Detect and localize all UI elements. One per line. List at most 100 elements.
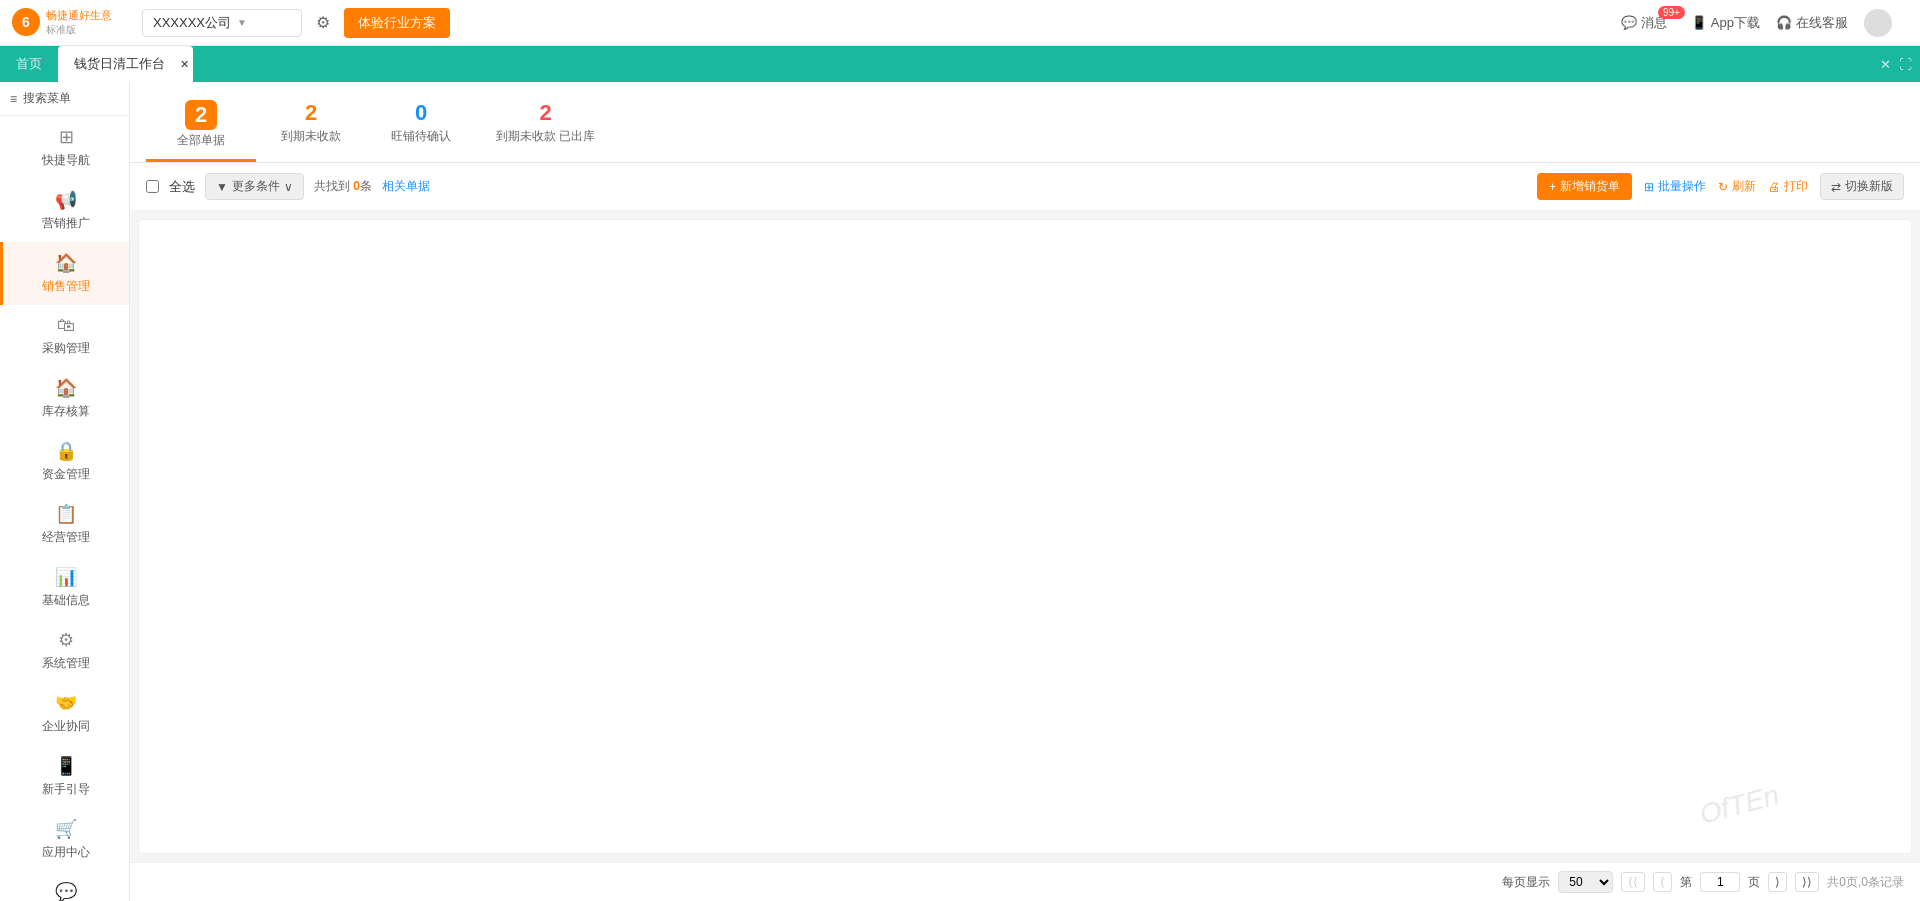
inventory-icon: 🏠 xyxy=(55,377,77,399)
tab-home-label: 首页 xyxy=(16,55,42,73)
page-prefix: 第 xyxy=(1680,874,1692,891)
restore-icon[interactable]: ✕ xyxy=(1880,57,1891,72)
base-info-icon: 📊 xyxy=(55,566,77,588)
per-page-label: 每页显示 xyxy=(1502,874,1550,891)
app-download-label: App下载 xyxy=(1711,14,1760,32)
select-all-label: 全选 xyxy=(169,178,195,196)
company-name: XXXXXX公司 xyxy=(153,14,231,32)
sidebar-item-system[interactable]: ⚙ 系统管理 xyxy=(0,619,129,682)
stat-label-overdue: 到期未收款 xyxy=(281,128,341,145)
batch-operation-button[interactable]: ⊞ 批量操作 xyxy=(1644,178,1706,195)
logo-area: 6 畅捷通好生意 标准版 xyxy=(12,8,142,36)
avatar[interactable] xyxy=(1864,9,1892,37)
stat-tab-pending[interactable]: 0 旺铺待确认 xyxy=(366,92,476,162)
print-label: 打印 xyxy=(1784,178,1808,195)
wechat-icon: 💬 xyxy=(55,881,77,901)
sidebar-item-cooperation[interactable]: 🤝 企业协同 xyxy=(0,682,129,745)
sidebar-label-inventory: 库存核算 xyxy=(42,403,90,420)
refresh-button[interactable]: ↻ 刷新 xyxy=(1718,178,1756,195)
prev-page-button[interactable]: ⟨ xyxy=(1653,872,1672,892)
sidebar-label-finance: 资金管理 xyxy=(42,466,90,483)
sidebar-item-marketing[interactable]: 📢 营销推广 xyxy=(0,179,129,242)
app-download-button[interactable]: 📱 App下载 xyxy=(1691,14,1760,32)
search-menu[interactable]: ≡ 搜索菜单 xyxy=(0,82,129,116)
sidebar-item-inventory[interactable]: 🏠 库存核算 xyxy=(0,367,129,430)
content-area: 2 全部单据 2 到期未收款 0 旺铺待确认 2 到期未收款 已出库 全选 xyxy=(130,82,1920,901)
top-header: 6 畅捷通好生意 标准版 XXXXXX公司 ▼ ⚙ 体验行业方案 💬 消息 99… xyxy=(0,0,1920,46)
pagination: 每页显示 50 100 200 ⟨⟨ ⟨ 第 页 ⟩ ⟩⟩ 共0页,0条记录 xyxy=(130,862,1920,901)
sidebar-item-app-center[interactable]: 🛒 应用中心 xyxy=(0,808,129,871)
add-label: 新增销货单 xyxy=(1560,178,1620,195)
page-suffix: 页 xyxy=(1748,874,1760,891)
logo-icon: 6 xyxy=(12,8,40,36)
online-service-button[interactable]: 🎧 在线客服 xyxy=(1776,14,1848,32)
chevron-down-icon: ▼ xyxy=(237,17,247,28)
stat-label-pending: 旺铺待确认 xyxy=(391,128,451,145)
tab-home[interactable]: 首页 xyxy=(0,46,58,82)
toolbar-right: + 新增销货单 ⊞ 批量操作 ↻ 刷新 🖨 打印 ⇄ 切换新版 xyxy=(1537,173,1904,200)
header-right: 💬 消息 99+ 📱 App下载 🎧 在线客服 xyxy=(1621,9,1908,37)
add-sales-order-button[interactable]: + 新增销货单 xyxy=(1537,173,1632,200)
online-service-label: 在线客服 xyxy=(1796,14,1848,32)
download-icon: 📱 xyxy=(1691,15,1707,30)
sidebar-label-purchase: 采购管理 xyxy=(42,340,90,357)
sidebar-item-base-info[interactable]: 📊 基础信息 xyxy=(0,556,129,619)
last-page-button[interactable]: ⟩⟩ xyxy=(1795,872,1819,892)
notification-button[interactable]: 💬 消息 99+ xyxy=(1621,14,1675,32)
filter-button[interactable]: ▼ 更多条件 ∨ xyxy=(205,173,304,200)
stat-label-all: 全部单据 xyxy=(177,132,225,149)
stats-tabs: 2 全部单据 2 到期未收款 0 旺铺待确认 2 到期未收款 已出库 xyxy=(130,82,1920,163)
stat-number-outstock: 2 xyxy=(540,100,552,126)
switch-version-button[interactable]: ⇄ 切换新版 xyxy=(1820,173,1904,200)
switch-icon: ⇄ xyxy=(1831,180,1841,194)
sidebar-item-sales[interactable]: 🏠 销售管理 xyxy=(0,242,129,305)
cooperation-icon: 🤝 xyxy=(55,692,77,714)
nav-tabs-controls: ✕ ⛶ xyxy=(1880,57,1920,72)
sidebar-label-operations: 经营管理 xyxy=(42,529,90,546)
company-selector[interactable]: XXXXXX公司 ▼ xyxy=(142,9,302,37)
plus-icon: + xyxy=(1549,180,1556,194)
sidebar-item-wechat[interactable]: 💬 企业微信 xyxy=(0,871,129,901)
stat-tab-all[interactable]: 2 全部单据 xyxy=(146,92,256,162)
toolbar: 全选 ▼ 更多条件 ∨ 共找到 0条 相关单据 + 新增销货单 ⊞ 批 xyxy=(130,163,1920,211)
bell-icon: 💬 xyxy=(1621,15,1637,30)
main-layout: ≡ 搜索菜单 ⊞ 快捷导航 📢 营销推广 🏠 销售管理 🛍 采购管理 🏠 库存核… xyxy=(0,82,1920,901)
sidebar-item-finance[interactable]: 🔒 资金管理 xyxy=(0,430,129,493)
filter-icon: ▼ xyxy=(216,180,228,194)
first-page-button[interactable]: ⟨⟨ xyxy=(1621,872,1645,892)
search-icon: ≡ xyxy=(10,92,17,106)
sidebar-item-guide[interactable]: 📱 新手引导 xyxy=(0,745,129,808)
logo-text: 畅捷通好生意 标准版 xyxy=(46,8,112,36)
sidebar-label-cooperation: 企业协同 xyxy=(42,718,90,735)
close-tab-icon[interactable]: ✕ xyxy=(180,58,189,71)
sidebar-item-purchase[interactable]: 🛍 采购管理 xyxy=(0,305,129,367)
sidebar: ≡ 搜索菜单 ⊞ 快捷导航 📢 营销推广 🏠 销售管理 🛍 采购管理 🏠 库存核… xyxy=(0,82,130,901)
print-button[interactable]: 🖨 打印 xyxy=(1768,178,1808,195)
tab-workbench[interactable]: 钱货日清工作台 ✕ xyxy=(58,46,193,82)
service-icon: 🎧 xyxy=(1776,15,1792,30)
system-icon: ⚙ xyxy=(58,629,74,651)
maximize-icon[interactable]: ⛶ xyxy=(1899,57,1912,72)
stat-number-pending: 0 xyxy=(415,100,427,126)
purchase-icon: 🛍 xyxy=(57,315,75,336)
stat-number-all: 2 xyxy=(185,100,217,130)
sidebar-item-operations[interactable]: 📋 经营管理 xyxy=(0,493,129,556)
sidebar-label-guide: 新手引导 xyxy=(42,781,90,798)
next-page-button[interactable]: ⟩ xyxy=(1768,872,1787,892)
operations-icon: 📋 xyxy=(55,503,77,525)
quick-nav-icon: ⊞ xyxy=(59,126,74,148)
trial-button[interactable]: 体验行业方案 xyxy=(344,8,450,38)
related-documents-link[interactable]: 相关单据 xyxy=(382,178,430,195)
chevron-filter-icon: ∨ xyxy=(284,180,293,194)
stat-tab-outstock[interactable]: 2 到期未收款 已出库 xyxy=(476,92,615,162)
select-all-checkbox[interactable] xyxy=(146,180,159,193)
sidebar-item-quick-nav[interactable]: ⊞ 快捷导航 xyxy=(0,116,129,179)
sidebar-label-base-info: 基础信息 xyxy=(42,592,90,609)
stat-tab-overdue[interactable]: 2 到期未收款 xyxy=(256,92,366,162)
settings-icon[interactable]: ⚙ xyxy=(312,9,334,36)
tab-workbench-label: 钱货日清工作台 xyxy=(74,55,165,73)
notification-badge: 99+ xyxy=(1658,6,1685,19)
batch-label: 批量操作 xyxy=(1658,178,1706,195)
per-page-select[interactable]: 50 100 200 xyxy=(1558,871,1613,893)
page-number-input[interactable] xyxy=(1700,872,1740,892)
